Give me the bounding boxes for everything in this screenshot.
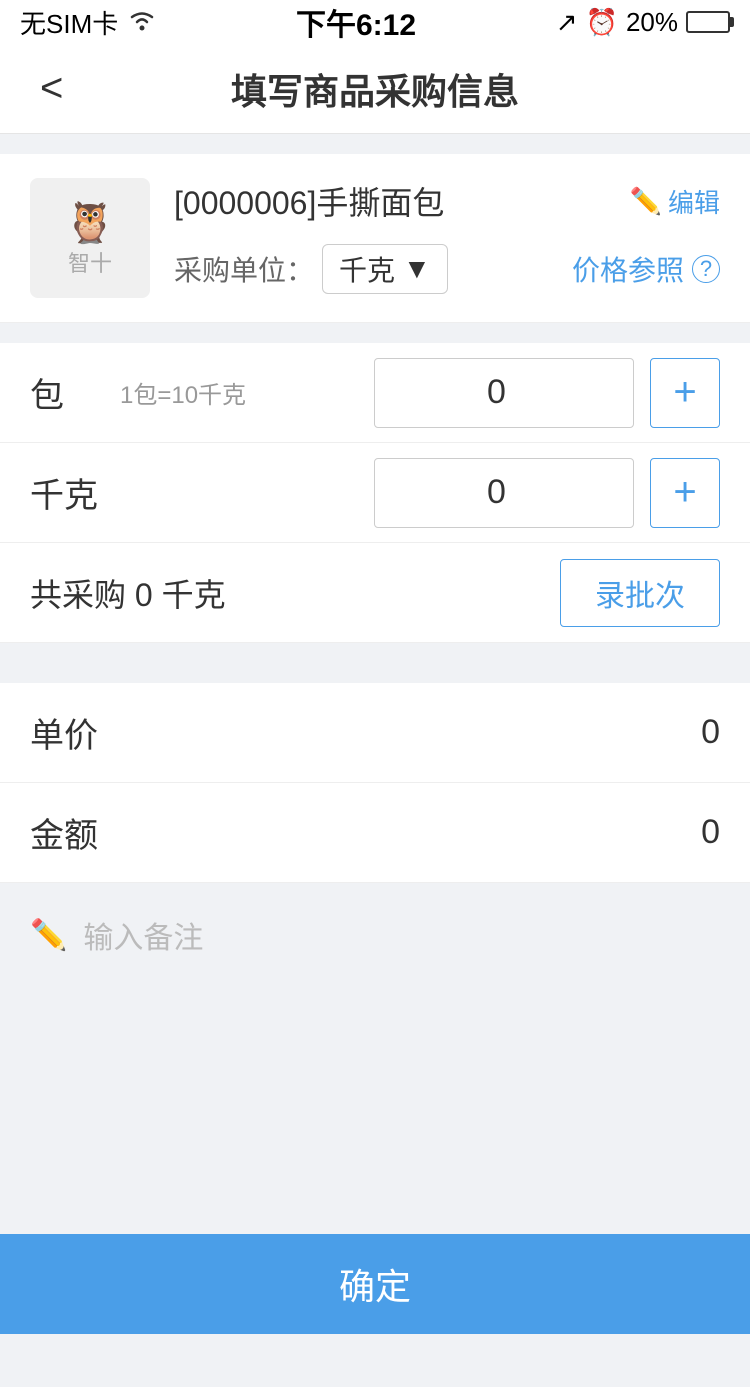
battery-icon	[686, 11, 730, 33]
amount-label: 金额	[30, 808, 98, 857]
note-placeholder: 输入备注	[83, 913, 203, 957]
kg-input-row: 千克 +	[0, 443, 750, 543]
unit-value: 千克	[339, 249, 395, 289]
unit-label: 采购单位：	[174, 249, 314, 289]
dropdown-icon: ▼	[403, 253, 431, 285]
product-name: [0000006]手撕面包	[174, 178, 444, 224]
note-section[interactable]: ✏️ 输入备注	[0, 883, 750, 987]
bag-plus-button[interactable]: +	[650, 358, 720, 428]
confirm-label: 确定	[339, 1258, 411, 1310]
bag-input-row: 包 1包=10千克 +	[0, 343, 750, 443]
page-title: 填写商品采购信息	[231, 63, 519, 115]
battery-percent: 20%	[626, 7, 678, 38]
kg-field-wrap: +	[110, 458, 720, 528]
product-name-row: [0000006]手撕面包 ✏️ 编辑	[174, 178, 720, 224]
kg-label: 千克	[30, 468, 110, 517]
input-section: 包 1包=10千克 + 千克 + 共采购 0 千克 录批次	[0, 343, 750, 643]
bag-input[interactable]	[374, 358, 634, 428]
total-label: 共采购 0 千克	[30, 570, 226, 616]
unit-price-row: 单价 0	[0, 683, 750, 783]
pencil-icon: ✏️	[30, 918, 67, 953]
unit-row: 采购单位： 千克 ▼ 价格参照 ?	[174, 244, 720, 294]
nav-bar: < 填写商品采购信息	[0, 44, 750, 134]
status-bar: 无SIM卡 下午6:12 ↗ ⏰ 20%	[0, 0, 750, 44]
product-info: [0000006]手撕面包 ✏️ 编辑 采购单位： 千克 ▼ 价格参照 ?	[174, 178, 720, 294]
batch-button[interactable]: 录批次	[560, 559, 720, 627]
back-button[interactable]: <	[30, 56, 73, 121]
amount-value: 0	[701, 813, 720, 852]
product-image: 🦉 智十	[30, 178, 150, 298]
product-logo: 🦉 智十	[65, 199, 115, 278]
logo-text: 智十	[68, 246, 112, 278]
owl-icon: 🦉	[65, 199, 115, 246]
location-icon: ↗	[556, 7, 578, 38]
status-right: ↗ ⏰ 20%	[556, 7, 730, 38]
unit-select[interactable]: 千克 ▼	[322, 244, 448, 294]
edit-icon: ✏️	[630, 186, 662, 217]
kg-plus-button[interactable]: +	[650, 458, 720, 528]
status-left: 无SIM卡	[20, 4, 156, 41]
price-ref-help-icon: ?	[692, 255, 720, 283]
kg-input[interactable]	[374, 458, 634, 528]
note-input-wrap: ✏️ 输入备注	[30, 913, 720, 957]
edit-button[interactable]: ✏️ 编辑	[630, 183, 720, 220]
unit-price-label: 单价	[30, 708, 98, 757]
carrier-text: 无SIM卡	[20, 4, 118, 41]
amount-row: 金额 0	[0, 783, 750, 883]
status-time: 下午6:12	[296, 0, 416, 44]
total-row: 共采购 0 千克 录批次	[0, 543, 750, 643]
unit-price-value: 0	[701, 713, 720, 752]
edit-label: 编辑	[668, 183, 720, 220]
price-ref-button[interactable]: 价格参照 ?	[572, 249, 720, 289]
alarm-icon: ⏰	[586, 7, 618, 38]
divider-1	[0, 323, 750, 343]
price-section: 单价 0 金额 0	[0, 683, 750, 883]
bag-sublabel: 1包=10千克	[120, 375, 246, 410]
bag-label: 包	[30, 368, 110, 417]
bag-field-wrap: +	[246, 358, 720, 428]
wifi-icon	[128, 7, 156, 38]
confirm-button[interactable]: 确定	[0, 1234, 750, 1334]
product-card: 🦉 智十 [0000006]手撕面包 ✏️ 编辑 采购单位： 千克 ▼ 价格参照…	[0, 154, 750, 323]
price-ref-label: 价格参照	[572, 249, 684, 289]
divider-2	[0, 643, 750, 663]
